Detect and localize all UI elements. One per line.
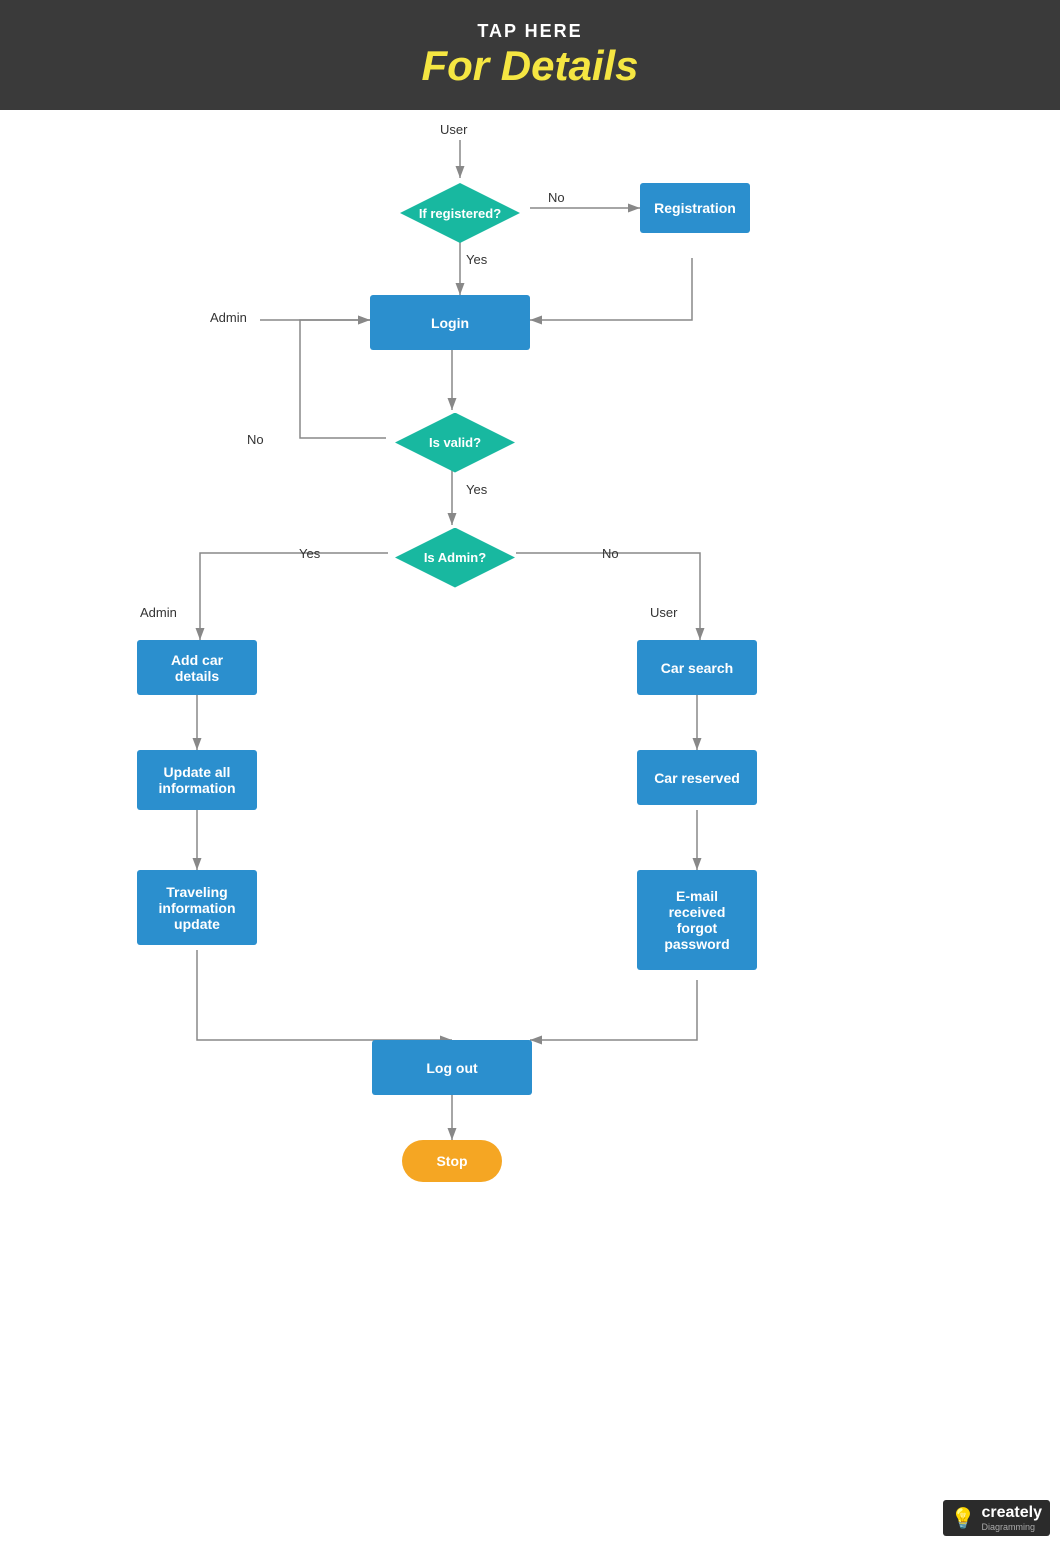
tap-here-text[interactable]: TAP HERE [477,21,582,42]
registration-box: Registration [640,183,750,233]
is-valid-diamond: Is valid? [390,410,520,475]
add-car-details-box: Add car details [137,640,257,695]
creately-sub: Diagramming [982,1522,1043,1532]
creately-logo: 💡 creately Diagramming [943,1500,1050,1536]
bulb-icon: 💡 [951,1506,976,1531]
yes-registered-label: Yes [466,252,487,267]
creately-name: creately [982,1504,1043,1522]
is-admin-shape: Is Admin? [395,528,515,588]
log-out-box: Log out [372,1040,532,1095]
yes-admin-label: Yes [299,546,320,561]
is-admin-diamond: Is Admin? [390,525,520,590]
email-received-box: E-mail received forgot password [637,870,757,970]
login-box: Login [370,295,530,350]
user-label-top: User [440,122,467,137]
user-label-bottom: User [650,605,677,620]
update-all-info-box: Update all information [137,750,257,810]
admin-label-top: Admin [210,310,247,325]
car-reserved-box: Car reserved [637,750,757,805]
for-details-text[interactable]: For Details [421,42,638,90]
traveling-info-box: Traveling information update [137,870,257,945]
arrows-svg [0,110,1060,1546]
header: TAP HERE For Details [0,0,1060,110]
stop-oval: Stop [402,1140,502,1182]
no-valid-label: No [247,432,264,447]
car-search-box: Car search [637,640,757,695]
no-admin-label: No [602,546,619,561]
if-registered-shape: If registered? [400,183,520,243]
is-valid-shape: Is valid? [395,413,515,473]
if-registered-diamond: If registered? [390,178,530,248]
creately-text: creately Diagramming [982,1504,1043,1532]
yes-valid-label: Yes [466,482,487,497]
admin-label-bottom: Admin [140,605,177,620]
flowchart-diagram: User If registered? No Registration Yes … [0,110,1060,1546]
no-registered-label: No [548,190,565,205]
